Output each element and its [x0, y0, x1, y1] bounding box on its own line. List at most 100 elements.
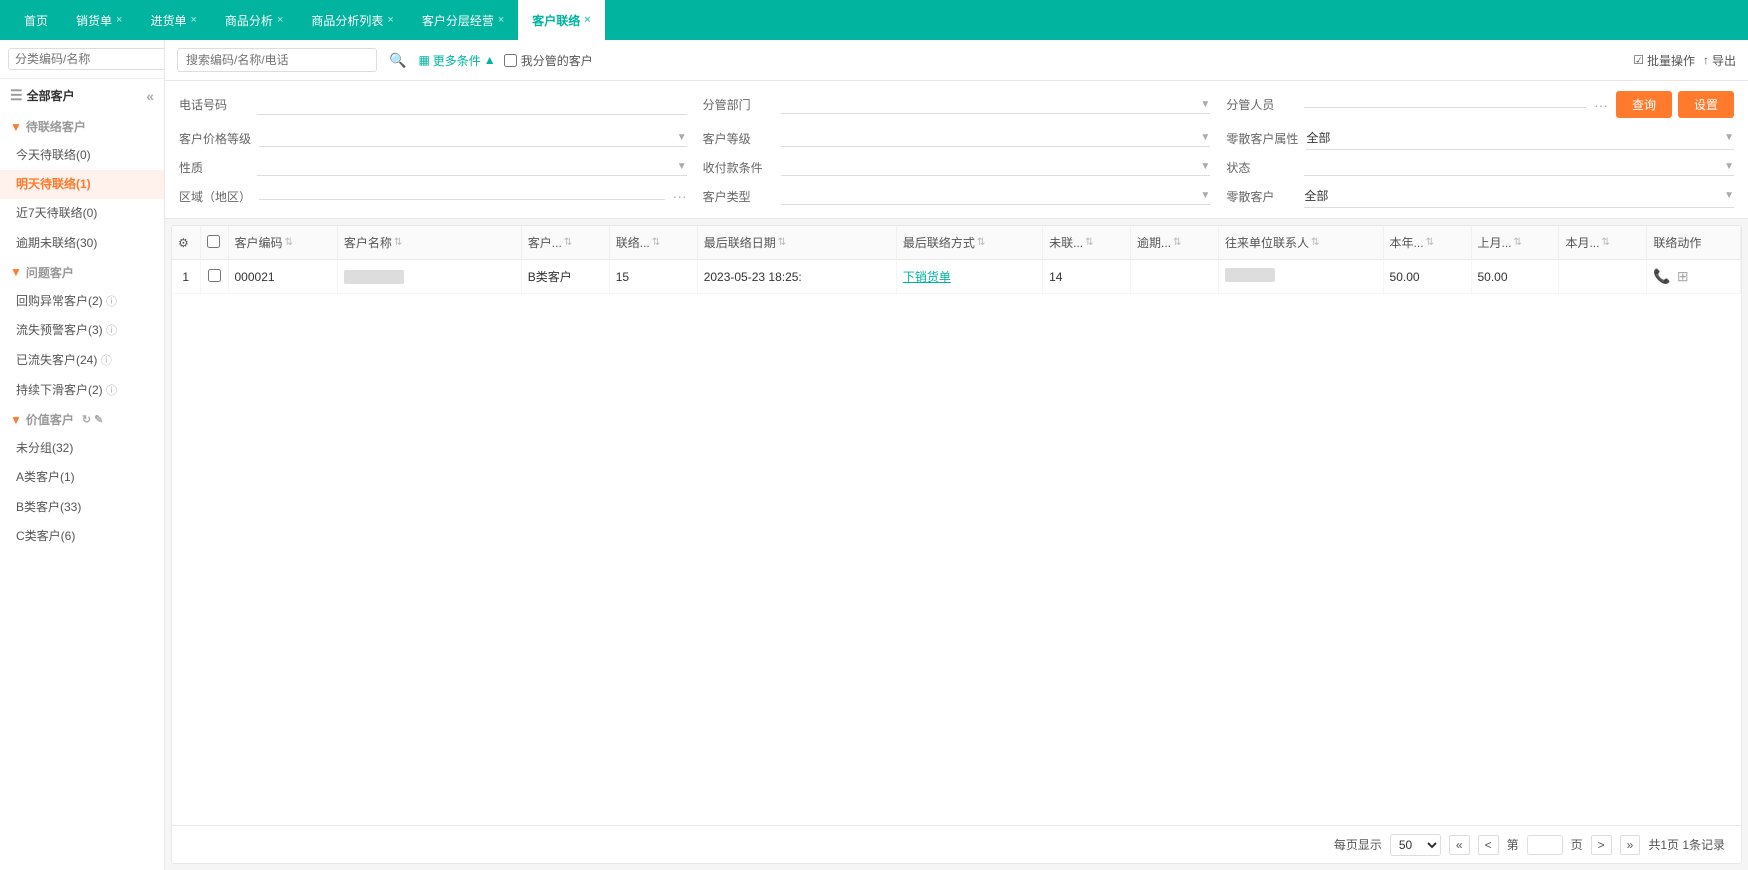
- filter-row-payment: 收付款条件 ▼: [703, 158, 1211, 176]
- page-end-label: 页: [1571, 836, 1583, 853]
- nav-sales-close[interactable]: ×: [116, 14, 122, 26]
- zero-customer-select[interactable]: 全部 ▼: [1304, 184, 1734, 208]
- nav-product-analysis-close[interactable]: ×: [277, 14, 283, 26]
- prev-page-button[interactable]: <: [1478, 835, 1499, 855]
- sidebar-search-input[interactable]: [8, 48, 165, 70]
- payment-arrow: ▼: [1200, 161, 1210, 172]
- value-grade-select[interactable]: ▼: [259, 129, 687, 147]
- filter-row-region: 区域（地区） ···: [179, 184, 687, 208]
- region-dots[interactable]: ···: [673, 188, 687, 204]
- td-last-date: 2023-05-23 18:25:: [697, 260, 896, 294]
- pagination-bar: 每页显示 50 100 200 « < 第 1 页 >: [172, 825, 1741, 863]
- sidebar-all-customers[interactable]: ☰ 全部客户 «: [0, 79, 164, 112]
- my-customers-checkbox[interactable]: 我分管的客户: [504, 52, 593, 69]
- nav-purchase-close[interactable]: ×: [190, 14, 196, 26]
- dept-select[interactable]: ▼: [781, 96, 1211, 114]
- sidebar-item-ungroup[interactable]: 未分组(32): [0, 434, 164, 463]
- nav-product-analysis[interactable]: 商品分析 ×: [211, 0, 297, 40]
- sort-unit-contact-icon[interactable]: ⇅: [1311, 237, 1319, 248]
- main-layout: 🔍 ☰ 全部客户 « ▼ 待联络客户 今天待联络(0) 明天待联络(1) 近7天…: [0, 40, 1748, 870]
- sort-contact-icon[interactable]: ⇅: [652, 237, 660, 248]
- first-page-button[interactable]: «: [1449, 835, 1470, 855]
- filter-search-input[interactable]: [177, 48, 377, 72]
- th-last-method: 最后联络方式 ⇅: [896, 226, 1042, 260]
- per-page-select[interactable]: 50 100 200: [1390, 834, 1441, 856]
- total-label: 共1页 1条记录: [1648, 836, 1725, 853]
- zero-attr-select[interactable]: 全部 ▼: [1306, 126, 1734, 150]
- gender-arrow: ▼: [677, 161, 687, 172]
- unit-contact-blurred: [1225, 268, 1275, 282]
- nav-customer-contact[interactable]: 客户联络 ×: [518, 0, 604, 40]
- row-checkbox[interactable]: [208, 269, 221, 282]
- nav-customer-tier[interactable]: 客户分层经营 ×: [408, 0, 518, 40]
- filter-row-gender: 性质 ▼: [179, 158, 687, 176]
- sort-code-icon[interactable]: ⇅: [285, 237, 293, 248]
- sort-name-icon[interactable]: ⇅: [394, 237, 402, 248]
- sort-this-month-icon[interactable]: ⇅: [1601, 237, 1609, 248]
- batch-operation-button[interactable]: ☑ 批量操作: [1633, 52, 1695, 69]
- customer-grade-select[interactable]: ▼: [781, 129, 1211, 147]
- th-name: 客户名称 ⇅: [337, 226, 521, 260]
- advanced-filter-panel: 电话号码 分管部门 ▼ 分管人员 ··· 查询 设置: [165, 81, 1748, 219]
- sidebar-collapse-icon[interactable]: «: [146, 88, 154, 104]
- th-this-year: 本年... ⇅: [1383, 226, 1471, 260]
- sidebar-item-lost[interactable]: 已流失客户(24) ⓘ: [0, 346, 164, 376]
- manager-dots[interactable]: ···: [1594, 97, 1608, 113]
- td-last-method: 下销货单: [896, 260, 1042, 294]
- nav-product-list-close[interactable]: ×: [387, 14, 393, 26]
- sidebar-item-typeA[interactable]: A类客户(1): [0, 463, 164, 492]
- sort-type-icon[interactable]: ⇅: [564, 237, 572, 248]
- filter-search-button[interactable]: 🔍: [385, 50, 410, 71]
- sort-year-icon[interactable]: ⇅: [1426, 237, 1434, 248]
- status-select[interactable]: ▼: [1304, 158, 1734, 176]
- filter-row-zero-customer: 零散客户 全部 ▼: [1226, 184, 1734, 208]
- gear-icon[interactable]: ⚙: [178, 236, 189, 250]
- customer-name-blurred: Ea: [344, 270, 404, 284]
- td-last-month: 50.00: [1471, 260, 1559, 294]
- sidebar-item-today[interactable]: 今天待联络(0): [0, 141, 164, 170]
- content-area: 🔍 ▦ 更多条件 ▲ 我分管的客户 ☑ 批量操作 ↑ 导出: [165, 40, 1748, 870]
- nav-sales[interactable]: 销货单 ×: [62, 0, 136, 40]
- customer-type-select[interactable]: ▼: [781, 187, 1211, 205]
- nav-customer-tier-close[interactable]: ×: [498, 14, 504, 26]
- sort-date-icon[interactable]: ⇅: [778, 237, 786, 248]
- sidebar-item-declining[interactable]: 持续下滑客户(2) ⓘ: [0, 376, 164, 406]
- td-num: 1: [172, 260, 200, 294]
- export-button[interactable]: ↑ 导出: [1703, 52, 1736, 69]
- query-button[interactable]: 查询: [1616, 91, 1672, 118]
- sidebar-item-typeC[interactable]: C类客户(6): [0, 522, 164, 551]
- sidebar-item-abnormal[interactable]: 回购异常客户(2) ⓘ: [0, 287, 164, 317]
- th-contact: 联络... ⇅: [609, 226, 697, 260]
- sort-no-contact-icon[interactable]: ⇅: [1085, 237, 1093, 248]
- sidebar-item-warning[interactable]: 流失预警客户(3) ⓘ: [0, 316, 164, 346]
- payment-select[interactable]: ▼: [781, 158, 1211, 176]
- gender-select[interactable]: ▼: [257, 158, 687, 176]
- sidebar-item-typeB[interactable]: B类客户(33): [0, 493, 164, 522]
- action-more-icon[interactable]: ⊞: [1677, 268, 1689, 285]
- sort-overdue-icon[interactable]: ⇅: [1173, 237, 1181, 248]
- page-number-input[interactable]: 1: [1527, 835, 1563, 855]
- th-no-contact: 未联... ⇅: [1043, 226, 1131, 260]
- phone-input[interactable]: [257, 94, 687, 115]
- filter-more-button[interactable]: ▦ 更多条件 ▲: [418, 52, 495, 69]
- action-phone-icon[interactable]: 📞: [1653, 268, 1670, 285]
- nav-purchase[interactable]: 进货单 ×: [136, 0, 210, 40]
- next-page-button[interactable]: >: [1591, 835, 1612, 855]
- th-last-date: 最后联络日期 ⇅: [697, 226, 896, 260]
- table-scroll[interactable]: ⚙ 客户编码 ⇅: [172, 226, 1741, 825]
- th-unit-contact: 往来单位联系人 ⇅: [1218, 226, 1383, 260]
- nav-customer-contact-close[interactable]: ×: [584, 14, 590, 26]
- sidebar-item-tomorrow[interactable]: 明天待联络(1): [0, 170, 164, 199]
- settings-button[interactable]: 设置: [1678, 91, 1734, 118]
- sort-last-month-icon[interactable]: ⇅: [1514, 237, 1522, 248]
- select-all-checkbox[interactable]: [207, 235, 220, 248]
- sidebar-item-overdue[interactable]: 逾期未联络(30): [0, 229, 164, 258]
- last-page-button[interactable]: »: [1620, 835, 1641, 855]
- sidebar-item-week[interactable]: 近7天待联络(0): [0, 199, 164, 228]
- nav-home[interactable]: 首页: [10, 0, 62, 40]
- nav-product-list[interactable]: 商品分析列表 ×: [297, 0, 407, 40]
- td-checkbox: [200, 260, 228, 294]
- last-method-link[interactable]: 下销货单: [903, 270, 951, 284]
- sort-method-icon[interactable]: ⇅: [977, 237, 985, 248]
- my-customers-check-input[interactable]: [504, 54, 517, 67]
